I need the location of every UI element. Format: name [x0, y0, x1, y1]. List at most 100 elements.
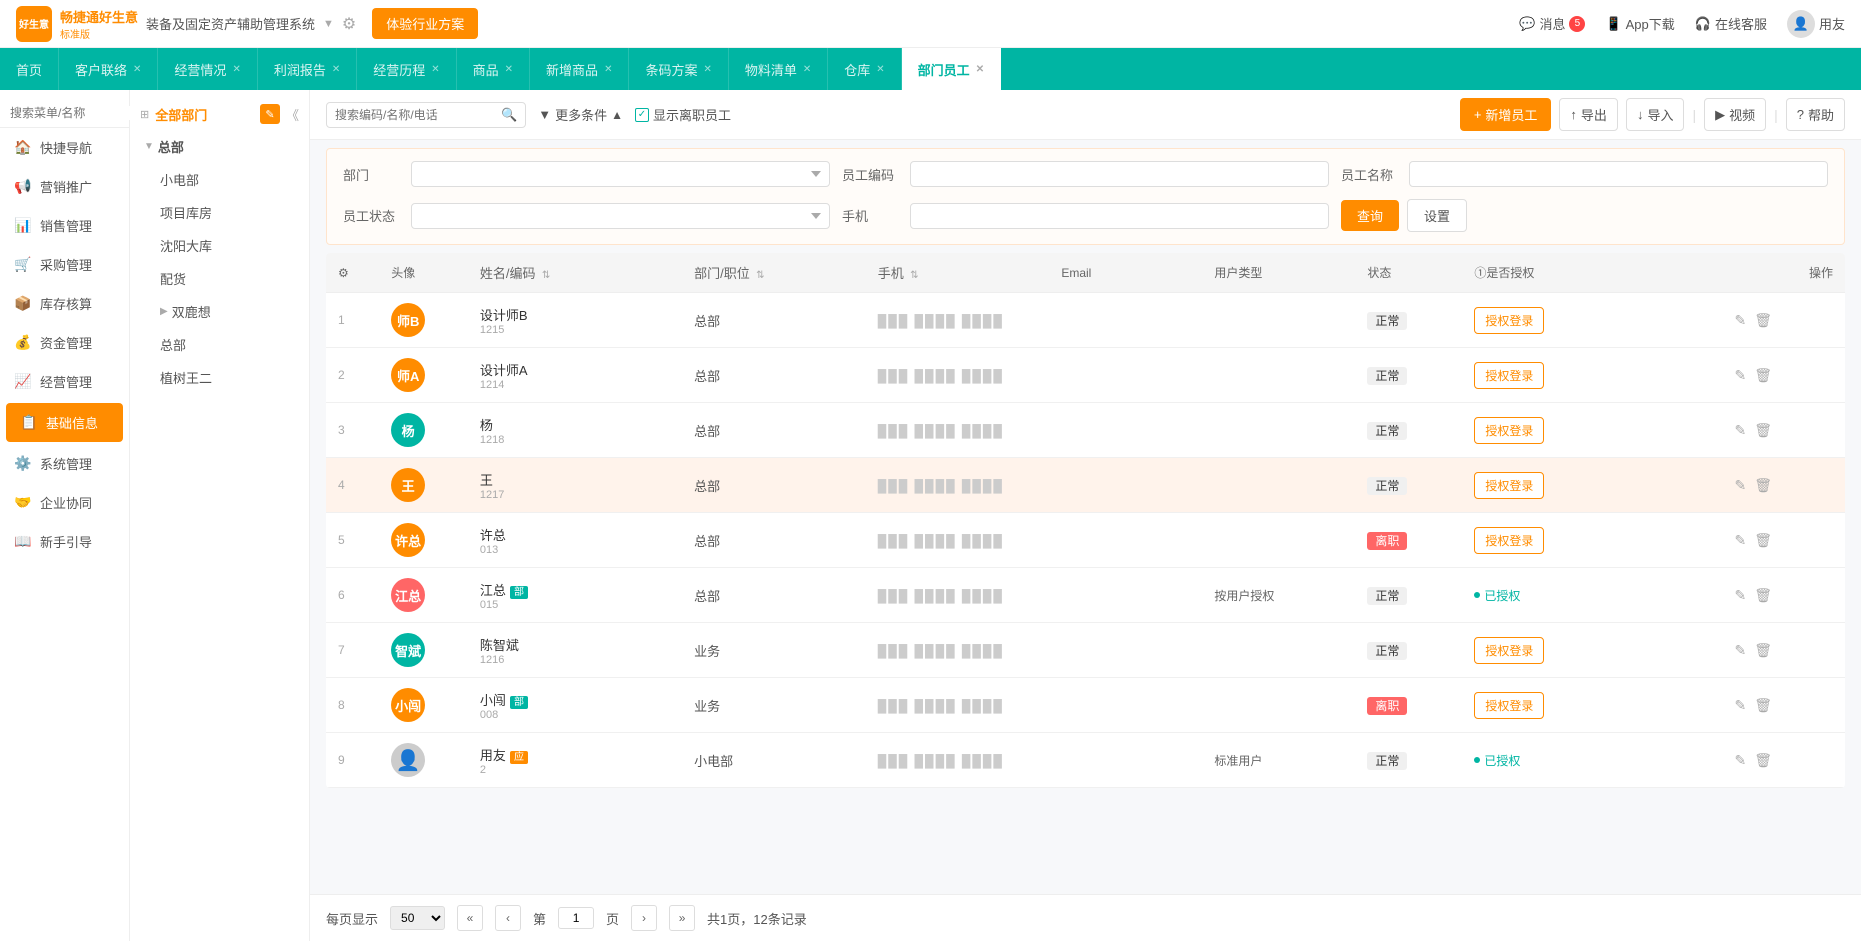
adv-empname-input[interactable] — [1409, 161, 1828, 187]
tab-bom-close[interactable]: ✕ — [803, 64, 811, 75]
dept-item-shenyang[interactable]: 沈阳大库 — [130, 229, 309, 262]
th-name[interactable]: 姓名/编码 ⇅ — [468, 253, 682, 293]
export-btn[interactable]: ↑ 导出 — [1559, 98, 1618, 131]
query-btn[interactable]: 查询 — [1341, 200, 1399, 231]
edit-icon[interactable]: ✎ — [1735, 422, 1747, 439]
dept-item-xiaodibu[interactable]: 小电部 — [130, 163, 309, 196]
dept-collapse-icon[interactable]: 《 — [286, 105, 299, 124]
prev-page-btn[interactable]: ‹ — [495, 905, 521, 931]
next-page-btn[interactable]: › — [631, 905, 657, 931]
search-icon[interactable]: 🔍 — [501, 107, 517, 123]
show-inactive-label[interactable]: ✓ 显示离职员工 — [635, 105, 731, 124]
page-input[interactable] — [558, 907, 594, 929]
tab-goods-close[interactable]: ✕ — [505, 64, 513, 75]
cell-auth[interactable]: 授权登录 — [1462, 678, 1646, 733]
message-item[interactable]: 💬 消息 5 — [1519, 14, 1585, 33]
auth-btn[interactable]: 授权登录 — [1474, 472, 1544, 499]
edit-icon[interactable]: ✎ — [1735, 697, 1747, 714]
edit-icon[interactable]: ✎ — [1735, 587, 1747, 604]
tab-customer-close[interactable]: ✕ — [133, 64, 141, 75]
tab-customer[interactable]: 客户联络 ✕ — [59, 48, 158, 90]
sidebar-item-basic[interactable]: 📋 基础信息 — [6, 403, 123, 442]
tab-history-close[interactable]: ✕ — [431, 64, 439, 75]
auth-btn[interactable]: 授权登录 — [1474, 417, 1544, 444]
dept-item-root[interactable]: ▼ 总部 — [130, 130, 309, 163]
tab-add-goods[interactable]: 新增商品 ✕ — [530, 48, 629, 90]
edit-icon[interactable]: ✎ — [1735, 477, 1747, 494]
cell-auth[interactable]: 授权登录 — [1462, 403, 1646, 458]
sidebar-item-finance[interactable]: 💰 资金管理 — [0, 323, 129, 362]
edit-icon[interactable]: ✎ — [1735, 312, 1747, 329]
cell-auth[interactable]: 已授权 — [1462, 568, 1646, 623]
auth-btn[interactable]: 授权登录 — [1474, 307, 1544, 334]
delete-icon[interactable]: 🗑 — [1754, 477, 1772, 494]
delete-icon[interactable]: 🗑 — [1754, 532, 1772, 549]
tab-bom[interactable]: 物料清单 ✕ — [729, 48, 828, 90]
dept-item-project[interactable]: 项目库房 — [130, 196, 309, 229]
dept-edit-icon[interactable]: ✎ — [260, 104, 280, 124]
auth-btn[interactable]: 授权登录 — [1474, 692, 1544, 719]
user-item[interactable]: 👤 用友 — [1787, 10, 1845, 38]
delete-icon[interactable]: 🗑 — [1754, 367, 1772, 384]
adv-status-select[interactable] — [411, 203, 830, 229]
last-page-btn[interactable]: » — [669, 905, 695, 931]
dept-item-zongbu[interactable]: 总部 — [130, 328, 309, 361]
sidebar-item-business[interactable]: 📈 经营管理 — [0, 362, 129, 401]
dept-item-zhishu[interactable]: 植树王二 — [130, 361, 309, 394]
cell-auth[interactable]: 授权登录 — [1462, 458, 1646, 513]
delete-icon[interactable]: 🗑 — [1754, 752, 1772, 769]
tab-profit[interactable]: 利润报告 ✕ — [258, 48, 357, 90]
cell-auth[interactable]: 授权登录 — [1462, 513, 1646, 568]
sidebar-item-marketing[interactable]: 📢 营销推广 — [0, 167, 129, 206]
adv-empcode-input[interactable] — [910, 161, 1329, 187]
th-dept[interactable]: 部门/职位 ⇅ — [682, 253, 866, 293]
cell-auth[interactable]: 授权登录 — [1462, 623, 1646, 678]
edit-icon[interactable]: ✎ — [1735, 752, 1747, 769]
sidebar-item-system[interactable]: ⚙️ 系统管理 — [0, 444, 129, 483]
adv-dept-select[interactable] — [411, 161, 830, 187]
settings-icon[interactable]: ⚙ — [342, 14, 356, 34]
app-download-item[interactable]: 📱 App下载 — [1605, 14, 1674, 33]
tab-barcode-close[interactable]: ✕ — [703, 64, 711, 75]
th-settings[interactable]: ⚙ — [326, 253, 379, 293]
tab-goods[interactable]: 商品 ✕ — [457, 48, 530, 90]
tab-add-goods-close[interactable]: ✕ — [604, 64, 612, 75]
edit-icon[interactable]: ✎ — [1735, 642, 1747, 659]
show-inactive-checkbox[interactable]: ✓ — [635, 108, 649, 122]
sidebar-item-purchase[interactable]: 🛒 采购管理 — [0, 245, 129, 284]
tab-employee-close[interactable]: ✕ — [976, 64, 984, 75]
dept-item-shuanglu[interactable]: ▶ 双鹿想 — [130, 295, 309, 328]
delete-icon[interactable]: 🗑 — [1754, 642, 1772, 659]
edit-icon[interactable]: ✎ — [1735, 532, 1747, 549]
tab-warehouse-close[interactable]: ✕ — [876, 64, 884, 75]
sidebar-item-shortcut[interactable]: 🏠 快捷导航 — [0, 128, 129, 167]
tab-operations-close[interactable]: ✕ — [232, 64, 240, 75]
tab-employee[interactable]: 部门员工 ✕ — [902, 48, 1001, 90]
more-filter-btn[interactable]: ▼ 更多条件 ▲ — [538, 105, 623, 124]
tab-history[interactable]: 经营历程 ✕ — [357, 48, 456, 90]
th-phone[interactable]: 手机 ⇅ — [866, 253, 1050, 293]
sidebar-item-guide[interactable]: 📖 新手引导 — [0, 522, 129, 561]
import-btn[interactable]: ↓ 导入 — [1626, 98, 1685, 131]
sidebar-item-coop[interactable]: 🤝 企业协同 — [0, 483, 129, 522]
auth-btn[interactable]: 授权登录 — [1474, 362, 1544, 389]
cell-auth[interactable]: 授权登录 — [1462, 293, 1646, 348]
view-btn[interactable]: ▶ 视频 — [1704, 98, 1766, 131]
tab-profit-close[interactable]: ✕ — [332, 64, 340, 75]
sidebar-item-inventory[interactable]: 📦 库存核算 — [0, 284, 129, 323]
tab-operations[interactable]: 经营情况 ✕ — [158, 48, 257, 90]
adv-phone-input[interactable] — [910, 203, 1329, 229]
cell-auth[interactable]: 已授权 — [1462, 733, 1646, 788]
help-btn[interactable]: ? 帮助 — [1786, 98, 1845, 131]
tab-barcode[interactable]: 条码方案 ✕ — [629, 48, 728, 90]
trial-button[interactable]: 体验行业方案 — [372, 8, 478, 39]
cell-auth[interactable]: 授权登录 — [1462, 348, 1646, 403]
tab-home[interactable]: 首页 — [0, 48, 59, 90]
add-employee-btn[interactable]: + 新增员工 — [1460, 98, 1552, 131]
tab-warehouse[interactable]: 仓库 ✕ — [828, 48, 901, 90]
online-service-item[interactable]: 🎧 在线客服 — [1695, 14, 1767, 33]
delete-icon[interactable]: 🗑 — [1754, 422, 1772, 439]
sidebar-item-sales[interactable]: 📊 销售管理 — [0, 206, 129, 245]
page-size-select[interactable]: 50 20 100 — [390, 906, 445, 930]
dept-item-delivery[interactable]: 配货 — [130, 262, 309, 295]
